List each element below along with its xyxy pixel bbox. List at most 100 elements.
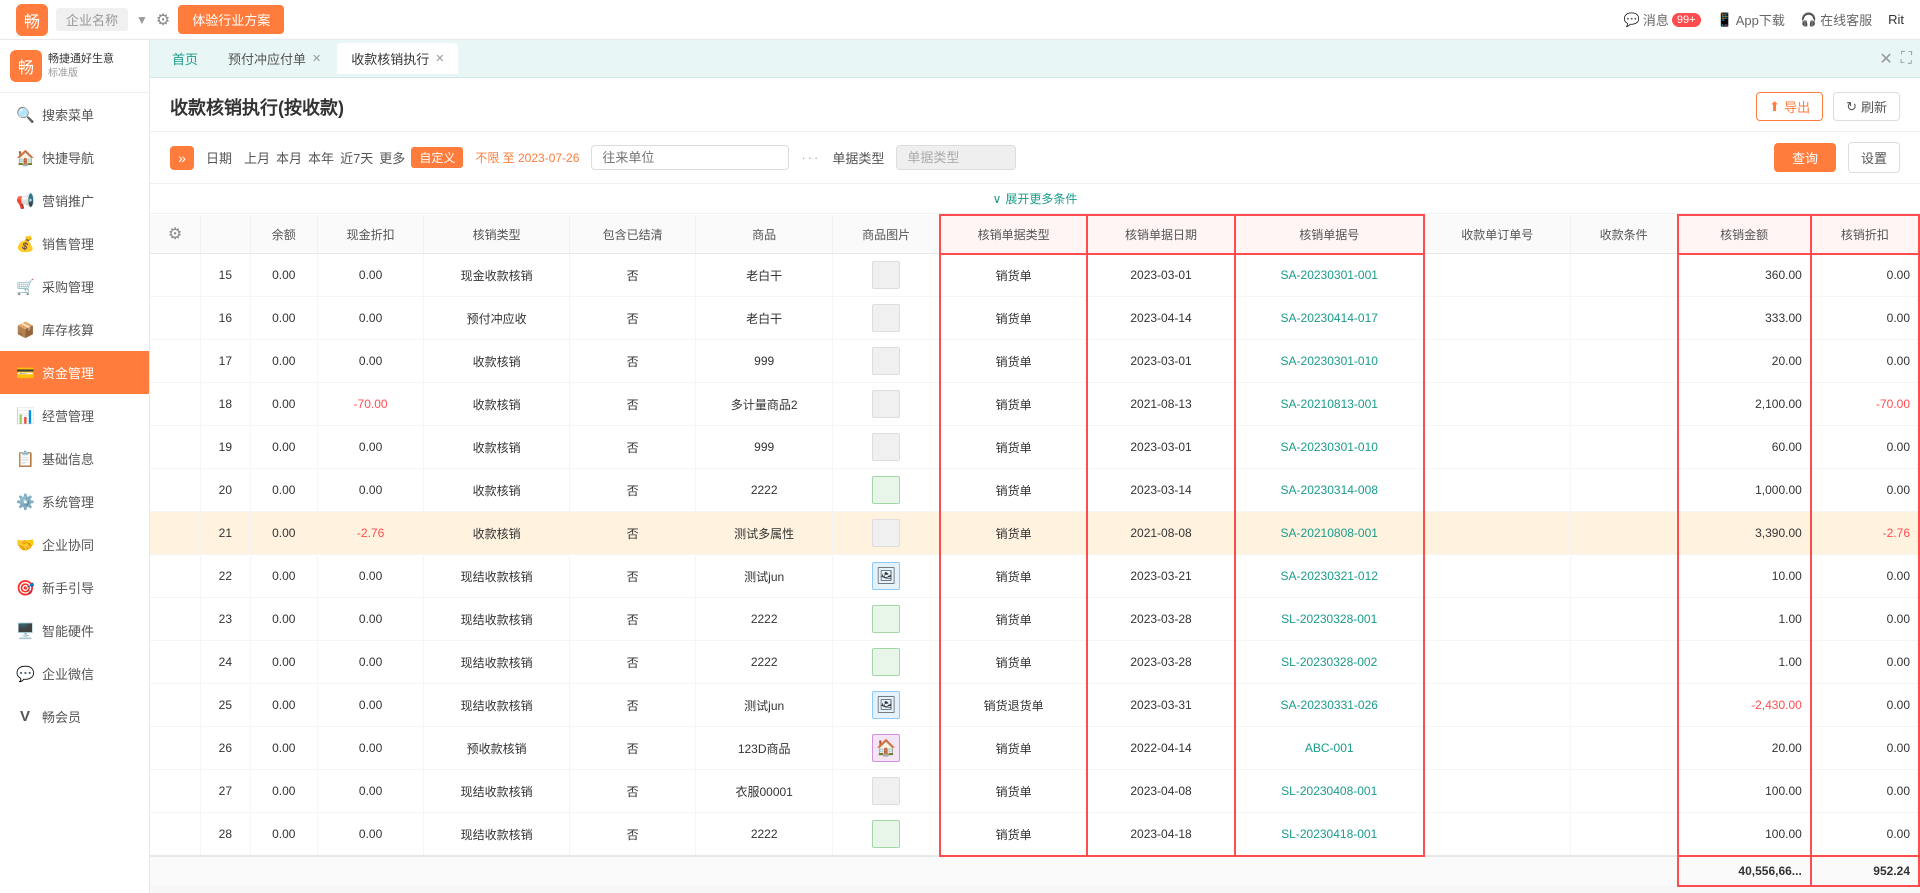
cell-cancel-doc-type: 销货单	[940, 469, 1087, 512]
tab-close-all-icon[interactable]: ✕	[1879, 49, 1892, 69]
table-row: 18 0.00 -70.00 收款核销 否 多计量商品2 销货单 2021-08…	[150, 383, 1919, 426]
date-more[interactable]: 更多	[379, 148, 405, 167]
sidebar-item-basic[interactable]: 📋 基础信息	[0, 437, 149, 480]
tab-expand-icon[interactable]: ⛶	[1901, 50, 1912, 68]
sidebar-item-quick-nav[interactable]: 🏠 快捷导航	[0, 136, 149, 179]
cell-cash-discount: 0.00	[317, 555, 423, 598]
cell-cancel-doc-no[interactable]: SL-20230328-001	[1235, 598, 1424, 641]
expand-more-link[interactable]: ∨ 展开更多条件	[993, 190, 1078, 207]
cell-collect-condition	[1570, 297, 1677, 340]
col-goods-image: 商品图片	[833, 215, 940, 254]
date-range-display: 不限 至 2023-07-26	[475, 149, 579, 166]
cell-cancel-doc-no[interactable]: SA-20230301-010	[1235, 426, 1424, 469]
sidebar-item-finance[interactable]: 💳 资金管理	[0, 351, 149, 394]
doc-type-select[interactable]: 单据类型	[896, 145, 1016, 170]
cell-cancel-doc-no[interactable]: SA-20230301-001	[1235, 254, 1424, 297]
date-this-year[interactable]: 本年	[308, 148, 334, 167]
cell-cash-discount: 0.00	[317, 254, 423, 297]
tab-collect[interactable]: 收款核销执行 ✕	[337, 43, 458, 74]
sidebar-item-sales[interactable]: 💰 销售管理	[0, 222, 149, 265]
company-name[interactable]: 企业名称	[56, 8, 128, 31]
cell-cancel-doc-no[interactable]: SA-20210808-001	[1235, 512, 1424, 555]
table-footer-row: 40,556,66... 952.24	[150, 856, 1919, 886]
cell-seq: 27	[201, 770, 251, 813]
sidebar-item-search[interactable]: 🔍 搜索菜单	[0, 93, 149, 136]
filter-dots: ···	[801, 150, 820, 165]
tab-prepay-close[interactable]: ✕	[312, 52, 321, 65]
sidebar-item-wechat[interactable]: 💬 企业微信	[0, 652, 149, 695]
cell-cancel-doc-no[interactable]: SA-20230414-017	[1235, 297, 1424, 340]
doc-link[interactable]: ABC-001	[1305, 741, 1354, 755]
sidebar-item-collab[interactable]: 🤝 企业协同	[0, 523, 149, 566]
col-seq	[201, 215, 251, 254]
sidebar-item-operation[interactable]: 📊 经营管理	[0, 394, 149, 437]
doc-link[interactable]: SA-20230314-008	[1281, 483, 1378, 497]
doc-link[interactable]: SA-20230321-012	[1281, 569, 1378, 583]
settings-button[interactable]: 设置	[1848, 142, 1900, 173]
col-gear[interactable]: ⚙	[150, 215, 201, 254]
date-7days[interactable]: 近7天	[340, 148, 373, 167]
query-button[interactable]: 查询	[1774, 143, 1836, 172]
refresh-button[interactable]: ↻ 刷新	[1833, 92, 1900, 121]
user-label[interactable]: Rit	[1888, 12, 1904, 27]
doc-link[interactable]: SA-20230331-026	[1281, 698, 1378, 712]
app-download-link[interactable]: 📱 App下载	[1717, 10, 1785, 29]
doc-link[interactable]: SA-20230301-010	[1281, 440, 1378, 454]
cell-seq: 22	[201, 555, 251, 598]
column-settings-icon[interactable]: ⚙	[168, 226, 182, 243]
cell-cancel-doc-no[interactable]: SA-20230301-010	[1235, 340, 1424, 383]
cell-include-settled: 否	[570, 469, 696, 512]
doc-link[interactable]: SA-20230414-017	[1281, 311, 1378, 325]
doc-link[interactable]: SA-20210813-001	[1281, 397, 1378, 411]
table-row: 24 0.00 0.00 现结收款核销 否 2222 销货单 2023-03-2…	[150, 641, 1919, 684]
doc-link[interactable]: SL-20230328-002	[1281, 655, 1377, 669]
sidebar-item-guide[interactable]: 🎯 新手引导	[0, 566, 149, 609]
app-logo: 畅	[16, 4, 48, 36]
online-service-link[interactable]: 🎧 在线客服	[1801, 10, 1872, 29]
date-last-month[interactable]: 上月	[244, 148, 270, 167]
date-this-month[interactable]: 本月	[276, 148, 302, 167]
export-button[interactable]: ⬆ 导出	[1756, 92, 1823, 121]
tab-home[interactable]: 首页	[158, 43, 212, 74]
handshake-icon: 🤝	[16, 536, 34, 554]
sidebar-item-hardware[interactable]: 🖥️ 智能硬件	[0, 609, 149, 652]
from-unit-input[interactable]	[591, 145, 789, 170]
doc-link[interactable]: SA-20230301-010	[1281, 354, 1378, 368]
dropdown-icon[interactable]: ▼	[136, 13, 148, 27]
cell-cancel-doc-no[interactable]: SA-20210813-001	[1235, 383, 1424, 426]
filter-toggle-button[interactable]: »	[170, 146, 194, 170]
cell-cancel-doc-type: 销货单	[940, 770, 1087, 813]
cell-include-settled: 否	[570, 684, 696, 727]
cell-cancel-amount: 1,000.00	[1678, 469, 1811, 512]
cell-cancel-doc-no[interactable]: SL-20230328-002	[1235, 641, 1424, 684]
sidebar-label-operation: 经营管理	[42, 406, 94, 425]
sidebar-item-member[interactable]: V 畅会员	[0, 695, 149, 738]
cell-cancel-doc-no[interactable]: SA-20230331-026	[1235, 684, 1424, 727]
message-link[interactable]: 💬 消息 99+	[1624, 10, 1701, 29]
tab-collect-close[interactable]: ✕	[435, 52, 444, 65]
doc-link[interactable]: SA-20230301-001	[1281, 268, 1378, 282]
gear-button[interactable]: ⚙	[156, 10, 170, 30]
cell-cancel-doc-no[interactable]: ABC-001	[1235, 727, 1424, 770]
sidebar-item-marketing[interactable]: 📢 营销推广	[0, 179, 149, 222]
cell-cancel-discount: 0.00	[1811, 770, 1919, 813]
tab-prepay[interactable]: 预付冲应付单 ✕	[214, 43, 335, 74]
cell-goods-image	[833, 383, 940, 426]
doc-link[interactable]: SL-20230408-001	[1281, 784, 1377, 798]
doc-link[interactable]: SL-20230418-001	[1281, 827, 1377, 841]
cell-cancel-doc-no[interactable]: SA-20230314-008	[1235, 469, 1424, 512]
cell-cancel-doc-no[interactable]: SA-20230321-012	[1235, 555, 1424, 598]
doc-link[interactable]: SL-20230328-001	[1281, 612, 1377, 626]
sidebar-item-purchase[interactable]: 🛒 采购管理	[0, 265, 149, 308]
cell-cancel-doc-no[interactable]: SL-20230418-001	[1235, 813, 1424, 857]
sidebar-item-inventory[interactable]: 📦 库存核算	[0, 308, 149, 351]
cell-include-settled: 否	[570, 813, 696, 857]
sidebar-item-system[interactable]: ⚙️ 系统管理	[0, 480, 149, 523]
logo-icon: 畅	[10, 50, 42, 82]
cell-collect-order-no	[1424, 684, 1571, 727]
industry-solution-button[interactable]: 体验行业方案	[178, 5, 284, 34]
cell-goods-image: 🏠	[833, 727, 940, 770]
doc-link[interactable]: SA-20210808-001	[1281, 526, 1378, 540]
date-custom[interactable]: 自定义	[411, 147, 463, 168]
cell-cancel-doc-no[interactable]: SL-20230408-001	[1235, 770, 1424, 813]
